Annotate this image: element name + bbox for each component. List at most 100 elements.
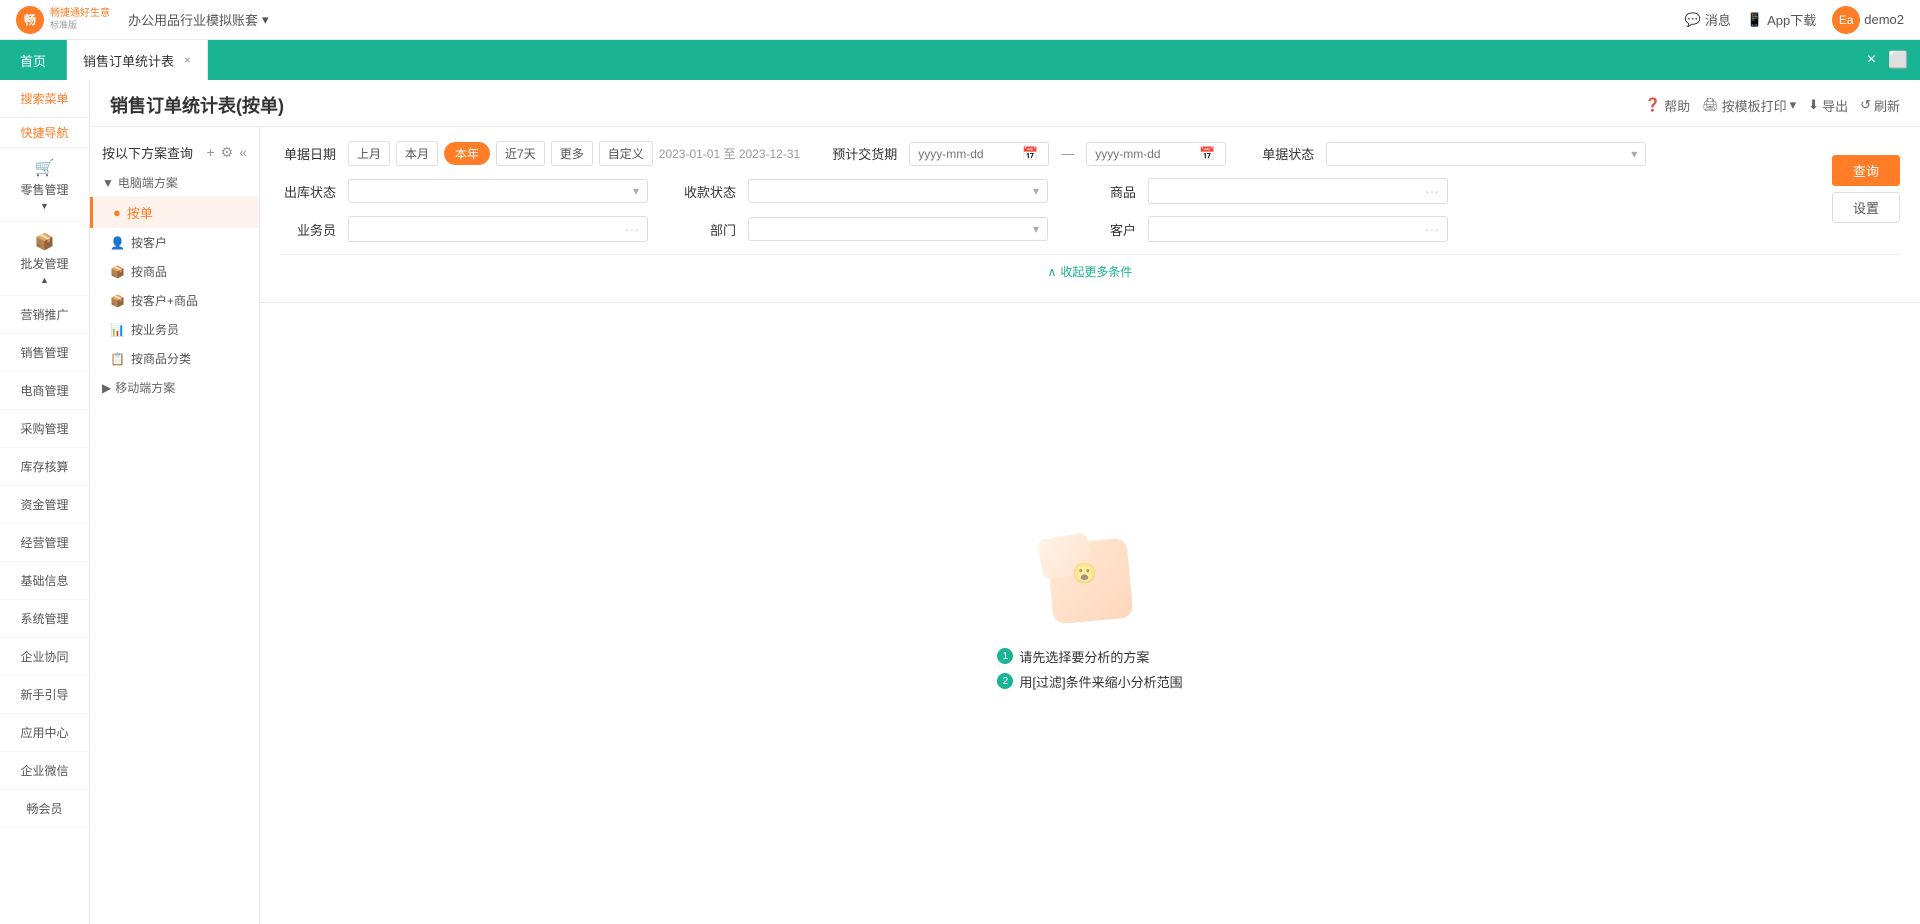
- bill-status-select[interactable]: ▾: [1326, 142, 1646, 166]
- calendar-to-icon[interactable]: 📅: [1199, 146, 1215, 162]
- sidebar-item-sales[interactable]: 销售管理: [0, 334, 89, 372]
- message-btn[interactable]: 💬 消息: [1685, 10, 1731, 29]
- date-buttons-group: 上月 本月 本年 近7天 更多 自定义 2023-01-01 至 2023-12…: [348, 141, 800, 166]
- date-btn-7days[interactable]: 近7天: [496, 141, 545, 166]
- filter-row-1: 单据日期 上月 本月 本年 近7天 更多 自定义 2023-01-01 至 20…: [280, 141, 1820, 166]
- sidebar-item-system[interactable]: 系统管理: [0, 600, 89, 638]
- avatar: Ea: [1832, 6, 1860, 34]
- settings-button[interactable]: 设置: [1832, 192, 1900, 223]
- sidebar-item-marketing[interactable]: 营销推广: [0, 296, 89, 334]
- app-download-btn[interactable]: 📱 App下载: [1747, 10, 1816, 29]
- face-icon: 😮: [1072, 561, 1097, 586]
- settings-scheme-icon[interactable]: ⚙: [221, 144, 234, 161]
- step1-num: 1: [997, 648, 1013, 664]
- scheme-customer-goods-icon: 📦: [110, 294, 125, 308]
- scheme-item-by-goods[interactable]: 📦 按商品: [90, 257, 259, 286]
- shipment-status-select[interactable]: ▾: [348, 179, 648, 203]
- step1-text: 请先选择要分析的方案: [1019, 647, 1149, 666]
- refresh-btn[interactable]: ↺ 刷新: [1860, 96, 1900, 115]
- date-to-input-wrap[interactable]: 📅: [1086, 142, 1226, 166]
- goods-input[interactable]: [1157, 184, 1425, 198]
- template-print-btn[interactable]: 🖨 按模板打印 ▾: [1702, 96, 1796, 115]
- sidebar-item-wholesale[interactable]: 📦 批发管理 ▲: [0, 222, 89, 296]
- customer-input-wrap[interactable]: ···: [1148, 216, 1448, 242]
- sidebar-item-newbie[interactable]: 新手引导: [0, 676, 89, 714]
- date-btn-last-month[interactable]: 上月: [348, 141, 390, 166]
- tab-spacer: [208, 40, 1855, 80]
- add-scheme-icon[interactable]: +: [206, 144, 214, 161]
- export-btn[interactable]: ⬇ 导出: [1808, 96, 1848, 115]
- filter-row-group: 单据日期 上月 本月 本年 近7天 更多 自定义 2023-01-01 至 20…: [280, 141, 1900, 254]
- print-arrow-icon: ▾: [1790, 97, 1797, 113]
- scheme-panel-icons: + ⚙ «: [206, 144, 247, 161]
- filter-row-2: 出库状态 ▾ 收款状态 ▾ 商品: [280, 178, 1820, 204]
- help-btn[interactable]: ❓ 帮助: [1645, 96, 1690, 115]
- topbar: 畅 畅捷通好生意 标准版 办公用品行业模拟账套 ▾ 💬 消息 📱 App下载 E…: [0, 0, 1920, 40]
- company-selector[interactable]: 办公用品行业模拟账套 ▾: [120, 10, 277, 29]
- goods-label: 商品: [1080, 182, 1136, 201]
- salesperson-dots-icon[interactable]: ···: [625, 221, 639, 237]
- bill-status-label: 单据状态: [1258, 144, 1314, 163]
- sidebar-item-retail[interactable]: 🛒 零售管理 ▼: [0, 148, 89, 222]
- scheme-item-by-category[interactable]: 📋 按商品分类: [90, 344, 259, 373]
- query-button[interactable]: 查询: [1832, 155, 1900, 186]
- salesperson-input-wrap[interactable]: ···: [348, 216, 648, 242]
- step2-num: 2: [997, 673, 1013, 689]
- sidebar-item-member[interactable]: 畅会员: [0, 790, 89, 828]
- customer-label: 客户: [1080, 220, 1136, 239]
- customer-input[interactable]: [1157, 222, 1425, 236]
- sidebar-item-cooperation[interactable]: 企业协同: [0, 638, 89, 676]
- date-to-input[interactable]: [1095, 147, 1195, 161]
- sidebar-item-finance[interactable]: 资金管理: [0, 486, 89, 524]
- topbar-right: 💬 消息 📱 App下载 Ea demo2: [1685, 6, 1904, 34]
- date-from-input[interactable]: [918, 147, 1018, 161]
- sidebar-item-purchase[interactable]: 采购管理: [0, 410, 89, 448]
- customer-dots-icon[interactable]: ···: [1425, 221, 1439, 237]
- sidebar-search[interactable]: 搜索菜单: [0, 80, 89, 118]
- scheme-item-by-order[interactable]: ● 按单: [90, 197, 259, 228]
- refresh-icon: ↺: [1860, 97, 1871, 113]
- goods-dots-icon[interactable]: ···: [1425, 183, 1439, 199]
- department-select[interactable]: ▾: [748, 217, 1048, 241]
- scheme-item-by-customer-goods[interactable]: 📦 按客户+商品: [90, 286, 259, 315]
- sidebar: 搜索菜单 快捷导航 🛒 零售管理 ▼ 📦 批发管理 ▲ 营销推广 销售管理 电商…: [0, 80, 90, 924]
- date-btn-this-month[interactable]: 本月: [396, 141, 438, 166]
- page-title: 销售订单统计表(按单): [110, 92, 284, 118]
- date-btn-more[interactable]: 更多: [551, 141, 593, 166]
- date-btn-custom[interactable]: 自定义: [599, 141, 653, 166]
- sidebar-item-inventory[interactable]: 库存核算: [0, 448, 89, 486]
- tab-sales-order-stats[interactable]: 销售订单统计表 ×: [67, 40, 208, 80]
- payment-status-select[interactable]: ▾: [748, 179, 1048, 203]
- scheme-group-mobile-title[interactable]: ▶ 移动端方案: [90, 373, 259, 402]
- mobile-group-arrow-icon: ▶: [102, 381, 111, 395]
- sidebar-item-basic[interactable]: 基础信息: [0, 562, 89, 600]
- window-close-btn[interactable]: ×: [1863, 47, 1880, 73]
- sidebar-item-ecommerce[interactable]: 电商管理: [0, 372, 89, 410]
- user-menu[interactable]: Ea demo2: [1832, 6, 1904, 34]
- scheme-item-by-customer[interactable]: 👤 按客户: [90, 228, 259, 257]
- tabbar: 首页 销售订单统计表 × × ⬜: [0, 40, 1920, 80]
- sidebar-item-wechat[interactable]: 企业微信: [0, 752, 89, 790]
- tab-close-btn[interactable]: ×: [184, 53, 191, 67]
- salesperson-input[interactable]: [357, 222, 625, 236]
- scheme-item-by-salesperson[interactable]: 📊 按业务员: [90, 315, 259, 344]
- department-arrow-icon: ▾: [1033, 222, 1039, 236]
- collapse-scheme-icon[interactable]: «: [239, 144, 247, 161]
- logo-text: 畅捷通好生意 标准版: [50, 8, 110, 31]
- collapse-bar[interactable]: ∧ 收起更多条件: [280, 254, 1900, 288]
- sidebar-quick-nav[interactable]: 快捷导航: [0, 118, 89, 148]
- scheme-group-pc-title[interactable]: ▼ 电脑端方案: [90, 168, 259, 197]
- bill-status-arrow-icon: ▾: [1631, 147, 1637, 161]
- scheme-customer-icon: 👤: [110, 236, 125, 250]
- filter-main-rows: 单据日期 上月 本月 本年 近7天 更多 自定义 2023-01-01 至 20…: [280, 141, 1820, 254]
- date-range-text: 2023-01-01 至 2023-12-31: [659, 145, 800, 162]
- date-from-input-wrap[interactable]: 📅: [909, 142, 1049, 166]
- window-maximize-btn[interactable]: ⬜: [1884, 46, 1912, 74]
- goods-input-wrap[interactable]: ···: [1148, 178, 1448, 204]
- date-btn-this-year[interactable]: 本年: [444, 142, 490, 165]
- sidebar-item-operations[interactable]: 经营管理: [0, 524, 89, 562]
- calendar-from-icon[interactable]: 📅: [1022, 146, 1038, 162]
- tab-home[interactable]: 首页: [0, 40, 67, 80]
- sidebar-item-appcenter[interactable]: 应用中心: [0, 714, 89, 752]
- collapse-up-icon: ∧: [1048, 265, 1057, 279]
